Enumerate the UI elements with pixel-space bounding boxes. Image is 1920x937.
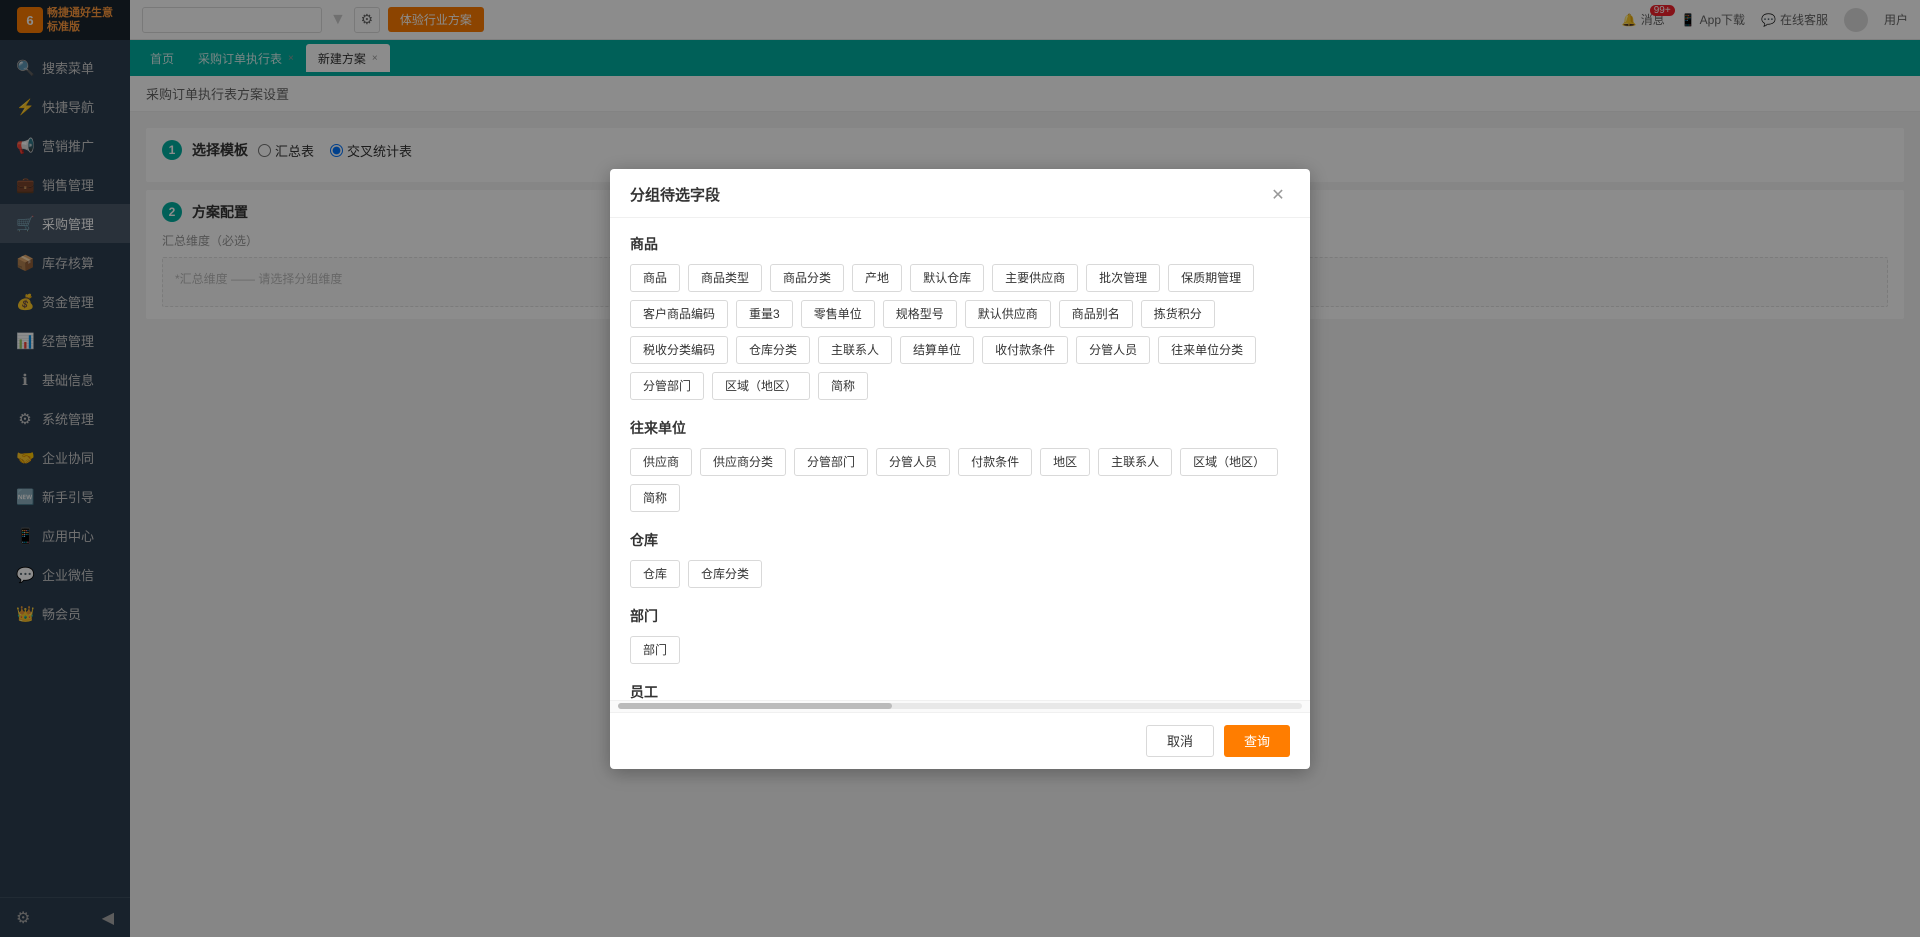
modal: 分组待选字段 ✕ 商品 商品 商品类型 商品分类 产地 默认仓库 主要供应商 批… (610, 169, 1310, 769)
modal-close-button[interactable]: ✕ (1266, 183, 1290, 207)
field-tag[interactable]: 批次管理 (1086, 264, 1160, 292)
field-tag[interactable]: 重量3 (736, 300, 793, 328)
field-tag[interactable]: 简称 (630, 484, 680, 512)
field-tag[interactable]: 商品别名 (1059, 300, 1133, 328)
field-tag[interactable]: 分管部门 (794, 448, 868, 476)
horizontal-scrollbar (610, 700, 1310, 712)
warehouse-tags: 仓库 仓库分类 (630, 560, 1290, 588)
field-tag[interactable]: 税收分类编码 (630, 336, 728, 364)
section-goods: 商品 商品 商品类型 商品分类 产地 默认仓库 主要供应商 批次管理 保质期管理… (630, 234, 1290, 400)
field-tag[interactable]: 商品类型 (688, 264, 762, 292)
field-tag[interactable]: 商品分类 (770, 264, 844, 292)
dept-tags: 部门 (630, 636, 1290, 664)
section-goods-title: 商品 (630, 234, 1290, 254)
field-tag[interactable]: 收付款条件 (982, 336, 1068, 364)
field-tag[interactable]: 地区 (1040, 448, 1090, 476)
section-partner: 往来单位 供应商 供应商分类 分管部门 分管人员 付款条件 地区 主联系人 区域… (630, 418, 1290, 512)
h-scroll-track[interactable] (618, 703, 1302, 709)
field-tag[interactable]: 产地 (852, 264, 902, 292)
close-icon: ✕ (1271, 185, 1284, 205)
field-tag[interactable]: 商品 (630, 264, 680, 292)
field-tag[interactable]: 仓库分类 (688, 560, 762, 588)
field-tag[interactable]: 客户商品编码 (630, 300, 728, 328)
field-tag[interactable]: 保质期管理 (1168, 264, 1254, 292)
modal-title: 分组待选字段 (630, 184, 720, 205)
field-tag[interactable]: 规格型号 (883, 300, 957, 328)
field-tag[interactable]: 拣货积分 (1141, 300, 1215, 328)
confirm-button[interactable]: 查询 (1224, 725, 1290, 757)
section-warehouse-title: 仓库 (630, 530, 1290, 550)
field-tag[interactable]: 主要供应商 (992, 264, 1078, 292)
section-employee-title: 员工 (630, 682, 1290, 700)
field-tag[interactable]: 结算单位 (900, 336, 974, 364)
modal-body: 商品 商品 商品类型 商品分类 产地 默认仓库 主要供应商 批次管理 保质期管理… (610, 218, 1310, 700)
field-tag[interactable]: 主联系人 (818, 336, 892, 364)
field-tag[interactable]: 部门 (630, 636, 680, 664)
section-employee: 员工 业务员 (630, 682, 1290, 700)
modal-header: 分组待选字段 ✕ (610, 169, 1310, 218)
modal-footer: 取消 查询 (610, 712, 1310, 769)
section-partner-title: 往来单位 (630, 418, 1290, 438)
section-dept-title: 部门 (630, 606, 1290, 626)
field-tag[interactable]: 供应商分类 (700, 448, 786, 476)
partner-tags: 供应商 供应商分类 分管部门 分管人员 付款条件 地区 主联系人 区域（地区） … (630, 448, 1290, 512)
field-tag[interactable]: 仓库 (630, 560, 680, 588)
field-tag[interactable]: 往来单位分类 (1158, 336, 1256, 364)
field-tag[interactable]: 默认仓库 (910, 264, 984, 292)
field-tag[interactable]: 区域（地区） (712, 372, 810, 400)
field-tag[interactable]: 默认供应商 (965, 300, 1051, 328)
goods-tags: 商品 商品类型 商品分类 产地 默认仓库 主要供应商 批次管理 保质期管理 客户… (630, 264, 1290, 400)
field-tag[interactable]: 零售单位 (801, 300, 875, 328)
h-scroll-thumb (618, 703, 892, 709)
field-tag[interactable]: 分管部门 (630, 372, 704, 400)
section-warehouse: 仓库 仓库 仓库分类 (630, 530, 1290, 588)
field-tag[interactable]: 简称 (818, 372, 868, 400)
field-tag[interactable]: 主联系人 (1098, 448, 1172, 476)
field-tag[interactable]: 供应商 (630, 448, 692, 476)
field-tag[interactable]: 分管人员 (876, 448, 950, 476)
field-tag[interactable]: 付款条件 (958, 448, 1032, 476)
field-tag[interactable]: 分管人员 (1076, 336, 1150, 364)
section-dept: 部门 部门 (630, 606, 1290, 664)
cancel-button[interactable]: 取消 (1146, 725, 1214, 757)
field-tag[interactable]: 仓库分类 (736, 336, 810, 364)
field-tag[interactable]: 区域（地区） (1180, 448, 1278, 476)
